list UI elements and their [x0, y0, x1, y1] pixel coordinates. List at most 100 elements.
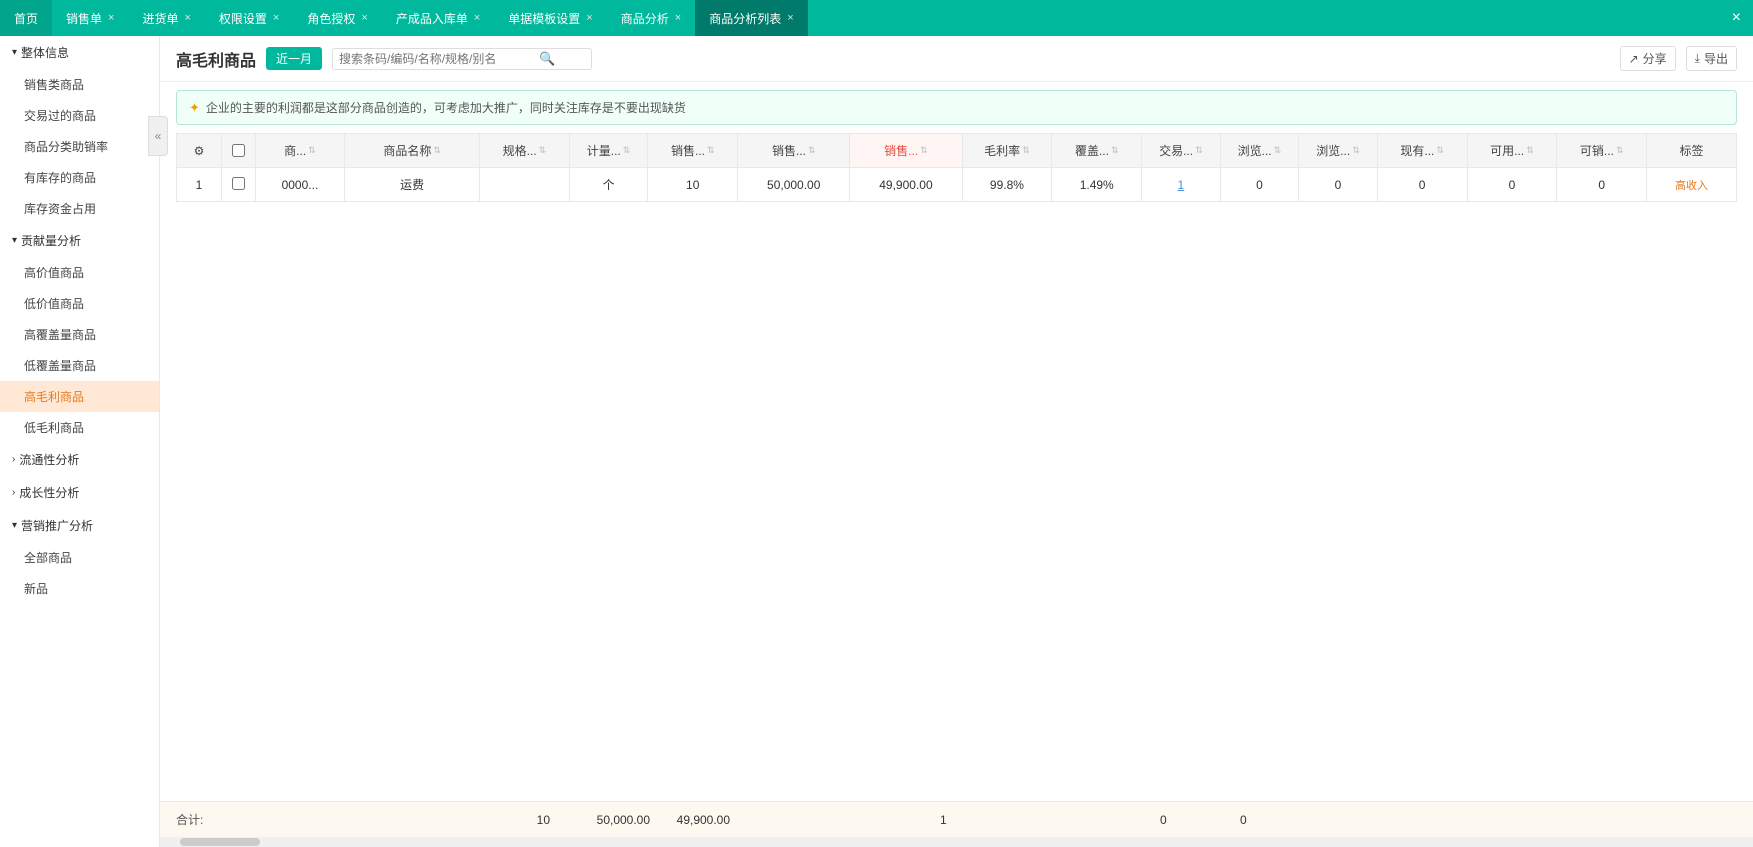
col-sales-qty[interactable]: 销售... ⇅ — [648, 134, 738, 168]
settings-icon[interactable]: ⚙ — [194, 144, 205, 158]
trade-link[interactable]: 1 — [1178, 178, 1185, 192]
filter-recent-month-button[interactable]: 近一月 — [266, 47, 322, 70]
footer-trade: 1 — [903, 813, 983, 827]
col-sales-profit[interactable]: 销售... ⇅ — [850, 134, 962, 168]
sidebar-item-category-rate[interactable]: 商品分类助销率 — [0, 131, 159, 162]
info-banner-text: 企业的主要的利润都是这部分商品创造的，可考虑加大推广，同时关注库存是不要出现缺货 — [206, 99, 686, 116]
nav-tab-role-close[interactable]: × — [361, 12, 367, 24]
cell-sellable: 0 — [1557, 168, 1647, 202]
sidebar: ▾ 整体信息 销售类商品 交易过的商品 商品分类助销率 有库存的商品 库存资金占… — [0, 36, 160, 847]
col-available[interactable]: 可用... ⇅ — [1467, 134, 1557, 168]
sort-icon-current: ⇅ — [1436, 145, 1444, 156]
sidebar-group-marketing[interactable]: ▾ 营销推广分析 — [0, 509, 159, 542]
sort-icon-trade: ⇅ — [1195, 145, 1203, 156]
nav-tab-purchase[interactable]: 进货单 × — [128, 0, 204, 36]
cell-index: 1 — [177, 168, 222, 202]
footer-values: 10 50,000.00 49,900.00 1 0 0 — [223, 813, 1737, 827]
share-icon: ↗ — [1629, 52, 1639, 66]
horizontal-scrollbar[interactable] — [160, 837, 1753, 847]
sidebar-item-high-value[interactable]: 高价值商品 — [0, 257, 159, 288]
select-all-checkbox[interactable] — [232, 144, 245, 157]
nav-tab-analysis[interactable]: 商品分析 × — [607, 0, 695, 36]
sidebar-collapse-button[interactable]: « — [148, 116, 168, 156]
sidebar-group-growth-arrow: › — [12, 487, 15, 498]
col-view2[interactable]: 浏览... ⇅ — [1299, 134, 1378, 168]
nav-tab-permission[interactable]: 权限设置 × — [205, 0, 293, 36]
footer-amount: 50,000.00 — [583, 813, 663, 827]
search-input[interactable] — [339, 52, 539, 66]
col-gross-rate[interactable]: 毛利率 ⇅ — [962, 134, 1052, 168]
col-sellable[interactable]: 可销... ⇅ — [1557, 134, 1647, 168]
col-coverage[interactable]: 覆盖... ⇅ — [1052, 134, 1142, 168]
sidebar-group-liquidity[interactable]: › 流通性分析 — [0, 443, 159, 476]
top-nav: 首页 销售单 × 进货单 × 权限设置 × 角色授权 × 产成品入库单 × 单据… — [0, 0, 1753, 36]
share-button[interactable]: ↗ 分享 — [1620, 46, 1676, 71]
sort-icon-sellable: ⇅ — [1616, 145, 1624, 156]
row-checkbox[interactable] — [232, 177, 245, 190]
nav-tab-template[interactable]: 单据模板设置 × — [494, 0, 606, 36]
col-trade[interactable]: 交易... ⇅ — [1142, 134, 1221, 168]
nav-tab-permission-label: 权限设置 — [219, 10, 267, 27]
sidebar-item-low-coverage[interactable]: 低覆盖量商品 — [0, 350, 159, 381]
footer-qty: 10 — [503, 813, 583, 827]
export-icon: ⤓ — [1695, 51, 1700, 66]
sort-icon-unit: ⇅ — [623, 145, 631, 156]
cell-trade[interactable]: 1 — [1142, 168, 1221, 202]
col-tag: 标签 — [1647, 134, 1737, 168]
footer-available: 0 — [1203, 813, 1283, 827]
sidebar-group-overall-items: 销售类商品 交易过的商品 商品分类助销率 有库存的商品 库存资金占用 — [0, 69, 159, 224]
sidebar-group-growth[interactable]: › 成长性分析 — [0, 476, 159, 509]
search-box: 🔍 — [332, 48, 592, 70]
sidebar-item-low-margin[interactable]: 低毛利商品 — [0, 412, 159, 443]
sidebar-item-low-value[interactable]: 低价值商品 — [0, 288, 159, 319]
nav-tab-template-label: 单据模板设置 — [508, 10, 580, 27]
scrollbar-thumb[interactable] — [180, 838, 260, 846]
nav-tab-product-in[interactable]: 产成品入库单 × — [382, 0, 494, 36]
nav-tab-home[interactable]: 首页 — [0, 0, 52, 36]
nav-tab-analysis-close[interactable]: × — [675, 12, 681, 24]
sidebar-item-in-stock[interactable]: 有库存的商品 — [0, 162, 159, 193]
info-banner: ✦ 企业的主要的利润都是这部分商品创造的，可考虑加大推广，同时关注库存是不要出现… — [176, 90, 1737, 125]
cell-available: 0 — [1467, 168, 1557, 202]
nav-tab-permission-close[interactable]: × — [273, 12, 279, 24]
sidebar-item-capital[interactable]: 库存资金占用 — [0, 193, 159, 224]
cell-current: 0 — [1377, 168, 1467, 202]
sidebar-group-overall-arrow: ▾ — [12, 47, 17, 58]
col-name[interactable]: 商品名称 ⇅ — [345, 134, 480, 168]
sidebar-item-sales-goods[interactable]: 销售类商品 — [0, 69, 159, 100]
cell-checkbox[interactable] — [221, 168, 255, 202]
nav-tab-purchase-close[interactable]: × — [184, 12, 190, 24]
footer-profit: 49,900.00 — [663, 813, 743, 827]
sidebar-group-overall-label: 整体信息 — [21, 44, 69, 61]
nav-tab-analysis-list[interactable]: 商品分析列表 × — [695, 0, 807, 36]
nav-tab-product-in-close[interactable]: × — [474, 12, 480, 24]
content-area: 高毛利商品 近一月 🔍 ↗ 分享 ⤓ 导出 — [160, 36, 1753, 847]
nav-tab-sales[interactable]: 销售单 × — [52, 0, 128, 36]
nav-tab-sales-close[interactable]: × — [108, 12, 114, 24]
export-button[interactable]: ⤓ 导出 — [1686, 46, 1737, 71]
page-title: 高毛利商品 — [176, 47, 256, 71]
nav-tab-analysis-list-close[interactable]: × — [787, 12, 793, 24]
sidebar-group-overall[interactable]: ▾ 整体信息 — [0, 36, 159, 69]
col-current[interactable]: 现有... ⇅ — [1377, 134, 1467, 168]
nav-close-all-button[interactable]: × — [1720, 9, 1753, 27]
col-view1[interactable]: 浏览... ⇅ — [1220, 134, 1299, 168]
sidebar-group-marketing-label: 营销推广分析 — [21, 517, 93, 534]
col-spec[interactable]: 规格... ⇅ — [480, 134, 570, 168]
footer-label: 合计: — [176, 811, 203, 828]
nav-tab-role-label: 角色授权 — [307, 10, 355, 27]
sort-icon-profit: ⇅ — [920, 145, 928, 156]
nav-tab-role[interactable]: 角色授权 × — [293, 0, 381, 36]
col-unit[interactable]: 计量... ⇅ — [569, 134, 648, 168]
sidebar-group-contribution[interactable]: ▾ 贡献量分析 — [0, 224, 159, 257]
sidebar-item-new-goods[interactable]: 新品 — [0, 573, 159, 604]
nav-tab-template-close[interactable]: × — [586, 12, 592, 24]
data-table: ⚙ 商... ⇅ — [176, 133, 1737, 202]
sidebar-item-high-margin[interactable]: 高毛利商品 — [0, 381, 159, 412]
col-sku-code[interactable]: 商... ⇅ — [255, 134, 345, 168]
search-icon[interactable]: 🔍 — [539, 51, 555, 67]
sidebar-item-traded-goods[interactable]: 交易过的商品 — [0, 100, 159, 131]
col-sales-amount[interactable]: 销售... ⇅ — [738, 134, 850, 168]
sidebar-item-all-goods[interactable]: 全部商品 — [0, 542, 159, 573]
sidebar-item-high-coverage[interactable]: 高覆盖量商品 — [0, 319, 159, 350]
